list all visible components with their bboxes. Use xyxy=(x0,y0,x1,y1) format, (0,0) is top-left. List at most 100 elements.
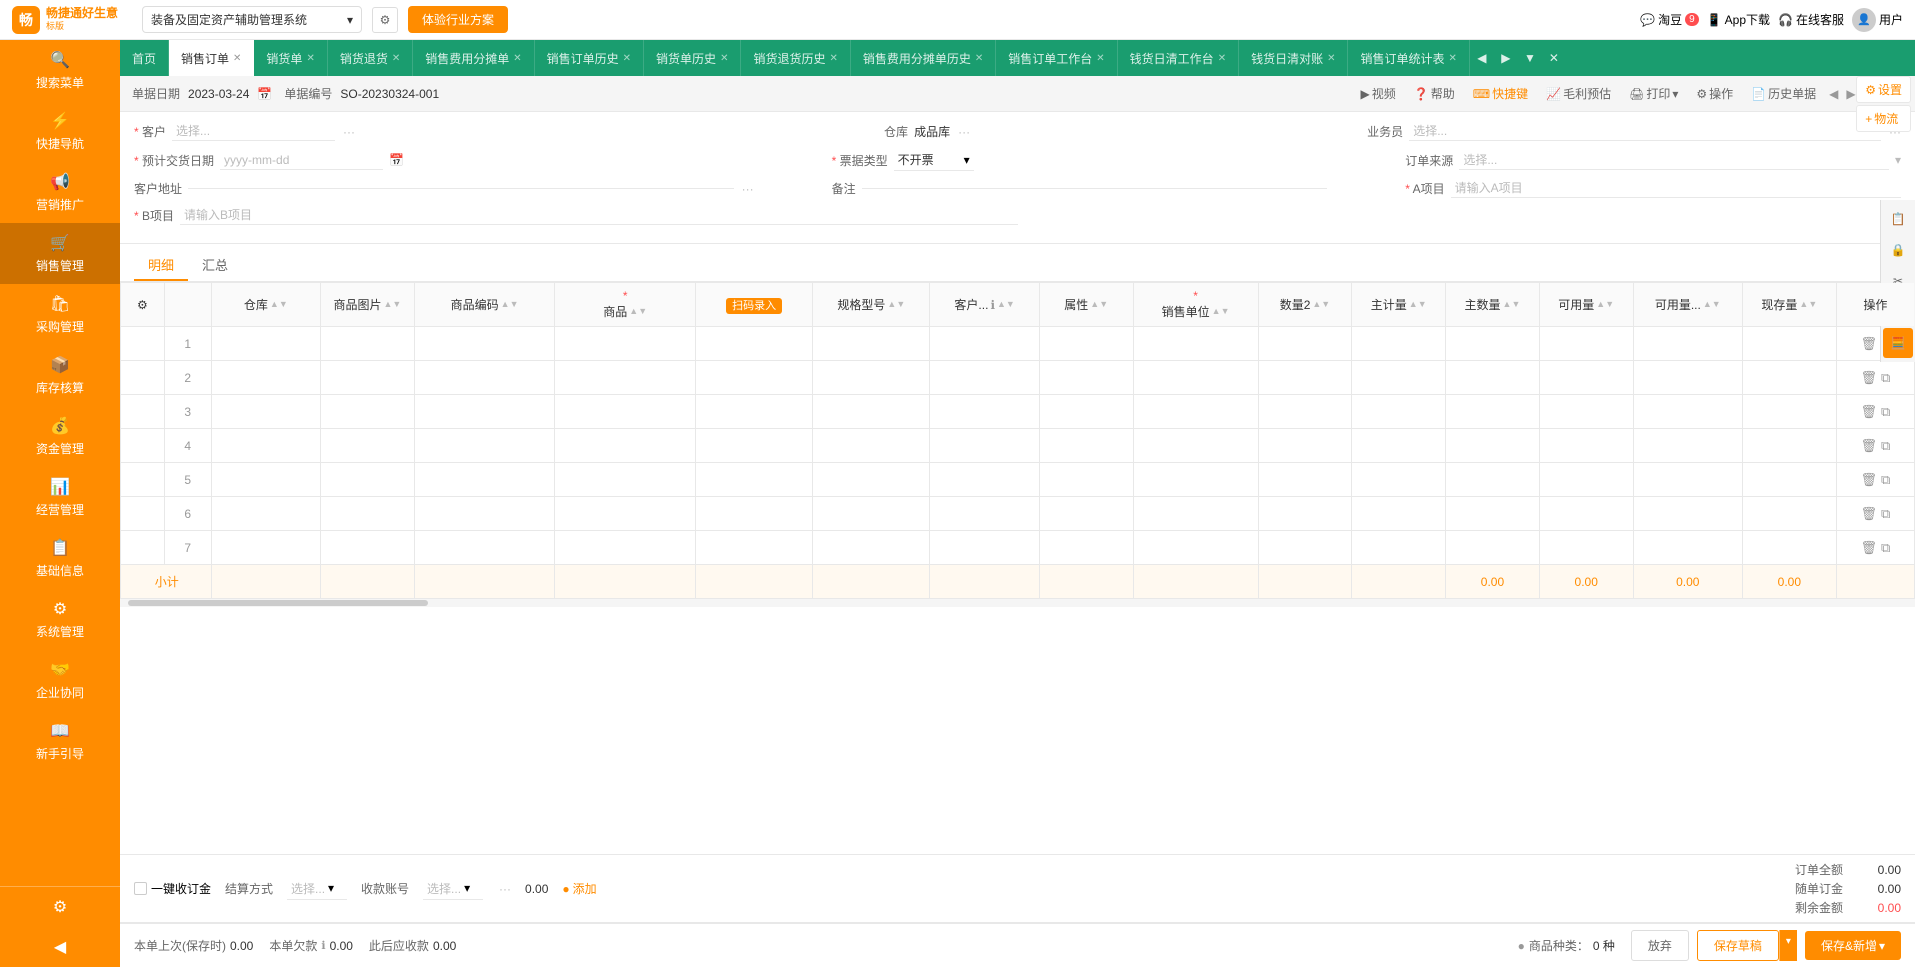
ops-btn[interactable]: ⚙ 操作 xyxy=(1691,83,1738,104)
row-unit[interactable] xyxy=(1133,531,1258,565)
sidebar-item-sales[interactable]: 🛒 销售管理 xyxy=(0,223,120,284)
row-unit[interactable] xyxy=(1133,429,1258,463)
row-customer-code[interactable] xyxy=(930,463,1039,497)
discard-button[interactable]: 放弃 xyxy=(1631,930,1689,961)
row-delete-btn[interactable]: 🗑 xyxy=(1860,540,1877,556)
tab-daily-workbench[interactable]: 钱货日清工作台 ✕ xyxy=(1118,40,1239,76)
row-delete-btn[interactable]: 🗑 xyxy=(1860,336,1877,352)
row-code[interactable] xyxy=(414,327,555,361)
toolbar-nav-prev[interactable]: ◀ xyxy=(1829,87,1838,101)
tab-nav-next[interactable]: ▶ xyxy=(1494,40,1518,76)
row-mainqty[interactable] xyxy=(1446,429,1540,463)
invoice-type-select[interactable]: 不开票 ▾ xyxy=(894,149,974,171)
sidebar-item-basic[interactable]: 📋 基础信息 xyxy=(0,528,120,589)
row-attr[interactable] xyxy=(1039,395,1133,429)
save-draft-dropdown-btn[interactable]: ▾ xyxy=(1779,930,1797,961)
row-warehouse[interactable] xyxy=(211,327,320,361)
h-scrollbar-thumb[interactable] xyxy=(128,600,428,606)
th-unit[interactable]: 销售单位▲▼ xyxy=(1133,283,1258,327)
warehouse-more-btn[interactable]: ··· xyxy=(958,125,970,139)
sidebar-item-business[interactable]: 📊 经营管理 xyxy=(0,467,120,528)
row-code[interactable] xyxy=(414,463,555,497)
row-delete-btn[interactable]: 🗑 xyxy=(1860,404,1877,420)
row-copy-btn[interactable]: ⧉ xyxy=(1881,472,1890,488)
th-attr[interactable]: 属性▲▼ xyxy=(1039,283,1133,327)
row-spec[interactable] xyxy=(813,429,930,463)
th-avail[interactable]: 可用量▲▼ xyxy=(1539,283,1633,327)
row-warehouse[interactable] xyxy=(211,463,320,497)
a-project-input[interactable] xyxy=(1451,179,1901,198)
tab-close-sales-return[interactable]: ✕ xyxy=(392,53,400,64)
tab-close-sales-order[interactable]: ✕ xyxy=(233,53,241,64)
tab-cost-split[interactable]: 销售费用分摊单 ✕ xyxy=(413,40,534,76)
tab-home[interactable]: 首页 xyxy=(120,40,169,76)
user-menu[interactable]: 👤 用户 xyxy=(1852,8,1903,32)
tab-sales-order[interactable]: 销售订单 ✕ xyxy=(169,40,254,76)
account-more-btn[interactable]: ··· xyxy=(499,882,511,896)
row-code[interactable] xyxy=(414,361,555,395)
tab-close-daily-workbench[interactable]: ✕ xyxy=(1218,53,1226,64)
add-payment-btn[interactable]: ● 添加 xyxy=(562,880,596,897)
tab-nav-prev[interactable]: ◀ xyxy=(1470,40,1494,76)
tab-sales-bill[interactable]: 销货单 ✕ xyxy=(254,40,327,76)
payment-method-select[interactable]: 选择... ▾ xyxy=(287,878,347,900)
row-warehouse[interactable] xyxy=(211,531,320,565)
row-unit[interactable] xyxy=(1133,497,1258,531)
th-settings[interactable]: ⚙ xyxy=(121,283,165,327)
one-click-label[interactable]: 一键收订金 xyxy=(134,880,211,897)
row-customer-code[interactable] xyxy=(930,361,1039,395)
float-tool-calc[interactable]: 🧮 xyxy=(1883,328,1913,358)
sidebar-settings-btn[interactable]: ⚙ xyxy=(0,887,120,927)
sidebar-item-purchase[interactable]: 🛍 采购管理 xyxy=(0,284,120,345)
row-delete-btn[interactable]: 🗑 xyxy=(1860,472,1877,488)
row-mainqty[interactable] xyxy=(1446,395,1540,429)
shortcut-btn[interactable]: ⌨ 快捷键 xyxy=(1468,83,1533,104)
sidebar-item-finance[interactable]: 💰 资金管理 xyxy=(0,406,120,467)
plan-button[interactable]: 体验行业方案 xyxy=(408,6,508,33)
row-product[interactable] xyxy=(555,463,696,497)
row-customer-code[interactable] xyxy=(930,497,1039,531)
tab-sales-return[interactable]: 销货退货 ✕ xyxy=(328,40,413,76)
th-stock[interactable]: 现存量▲▼ xyxy=(1742,283,1836,327)
row-qty2[interactable] xyxy=(1258,395,1352,429)
app-download-btn[interactable]: 📱 App下载 xyxy=(1707,11,1770,28)
row-warehouse[interactable] xyxy=(211,361,320,395)
customer-more-btn[interactable]: ··· xyxy=(343,125,355,139)
save-draft-button[interactable]: 保存草稿 xyxy=(1697,930,1779,961)
online-support-btn[interactable]: 🎧 在线客服 xyxy=(1778,11,1844,28)
row-copy-btn[interactable]: ⧉ xyxy=(1881,540,1890,556)
tab-daily-reconcile[interactable]: 钱货日清对账 ✕ xyxy=(1239,40,1348,76)
float-tool-clipboard[interactable]: 📋 xyxy=(1883,204,1913,234)
sidebar-item-guide[interactable]: 📖 新手引导 xyxy=(0,711,120,772)
row-qty2[interactable] xyxy=(1258,429,1352,463)
row-delete-btn[interactable]: 🗑 xyxy=(1860,506,1877,522)
row-warehouse[interactable] xyxy=(211,429,320,463)
account-select[interactable]: 选择... ▾ xyxy=(423,878,483,900)
video-btn[interactable]: ▶ 视频 xyxy=(1356,83,1401,104)
tab-return-history[interactable]: 销货退货历史 ✕ xyxy=(741,40,850,76)
row-spec[interactable] xyxy=(813,463,930,497)
row-code[interactable] xyxy=(414,531,555,565)
th-qty2[interactable]: 数量2▲▼ xyxy=(1258,283,1352,327)
row-attr[interactable] xyxy=(1039,531,1133,565)
row-mainqty[interactable] xyxy=(1446,497,1540,531)
salesperson-input[interactable] xyxy=(1409,122,1881,141)
sidebar-item-enterprise[interactable]: 🤝 企业协同 xyxy=(0,650,120,711)
tab-order-stats[interactable]: 销售订单统计表 ✕ xyxy=(1348,40,1469,76)
row-unit[interactable] xyxy=(1133,361,1258,395)
th-mainqty[interactable]: 主数量▲▼ xyxy=(1446,283,1540,327)
row-attr[interactable] xyxy=(1039,497,1133,531)
tab-summary[interactable]: 汇总 xyxy=(188,250,242,281)
tab-order-workbench[interactable]: 销售订单工作台 ✕ xyxy=(996,40,1117,76)
date-picker-icon[interactable]: 📅 xyxy=(389,153,404,167)
sidebar-item-inventory[interactable]: 📦 库存核算 xyxy=(0,345,120,406)
sidebar-item-search[interactable]: 🔍 搜索菜单 xyxy=(0,40,120,101)
row-copy-btn[interactable]: ⧉ xyxy=(1881,506,1890,522)
row-product[interactable] xyxy=(555,361,696,395)
b-project-input[interactable] xyxy=(180,206,1017,225)
app-selector[interactable]: 装备及固定资产辅助管理系统 ▾ xyxy=(142,6,362,33)
row-spec[interactable] xyxy=(813,497,930,531)
row-copy-btn[interactable]: ⧉ xyxy=(1881,370,1890,386)
save-new-button[interactable]: 保存&新增 ▾ xyxy=(1805,931,1901,960)
row-mainqty[interactable] xyxy=(1446,463,1540,497)
